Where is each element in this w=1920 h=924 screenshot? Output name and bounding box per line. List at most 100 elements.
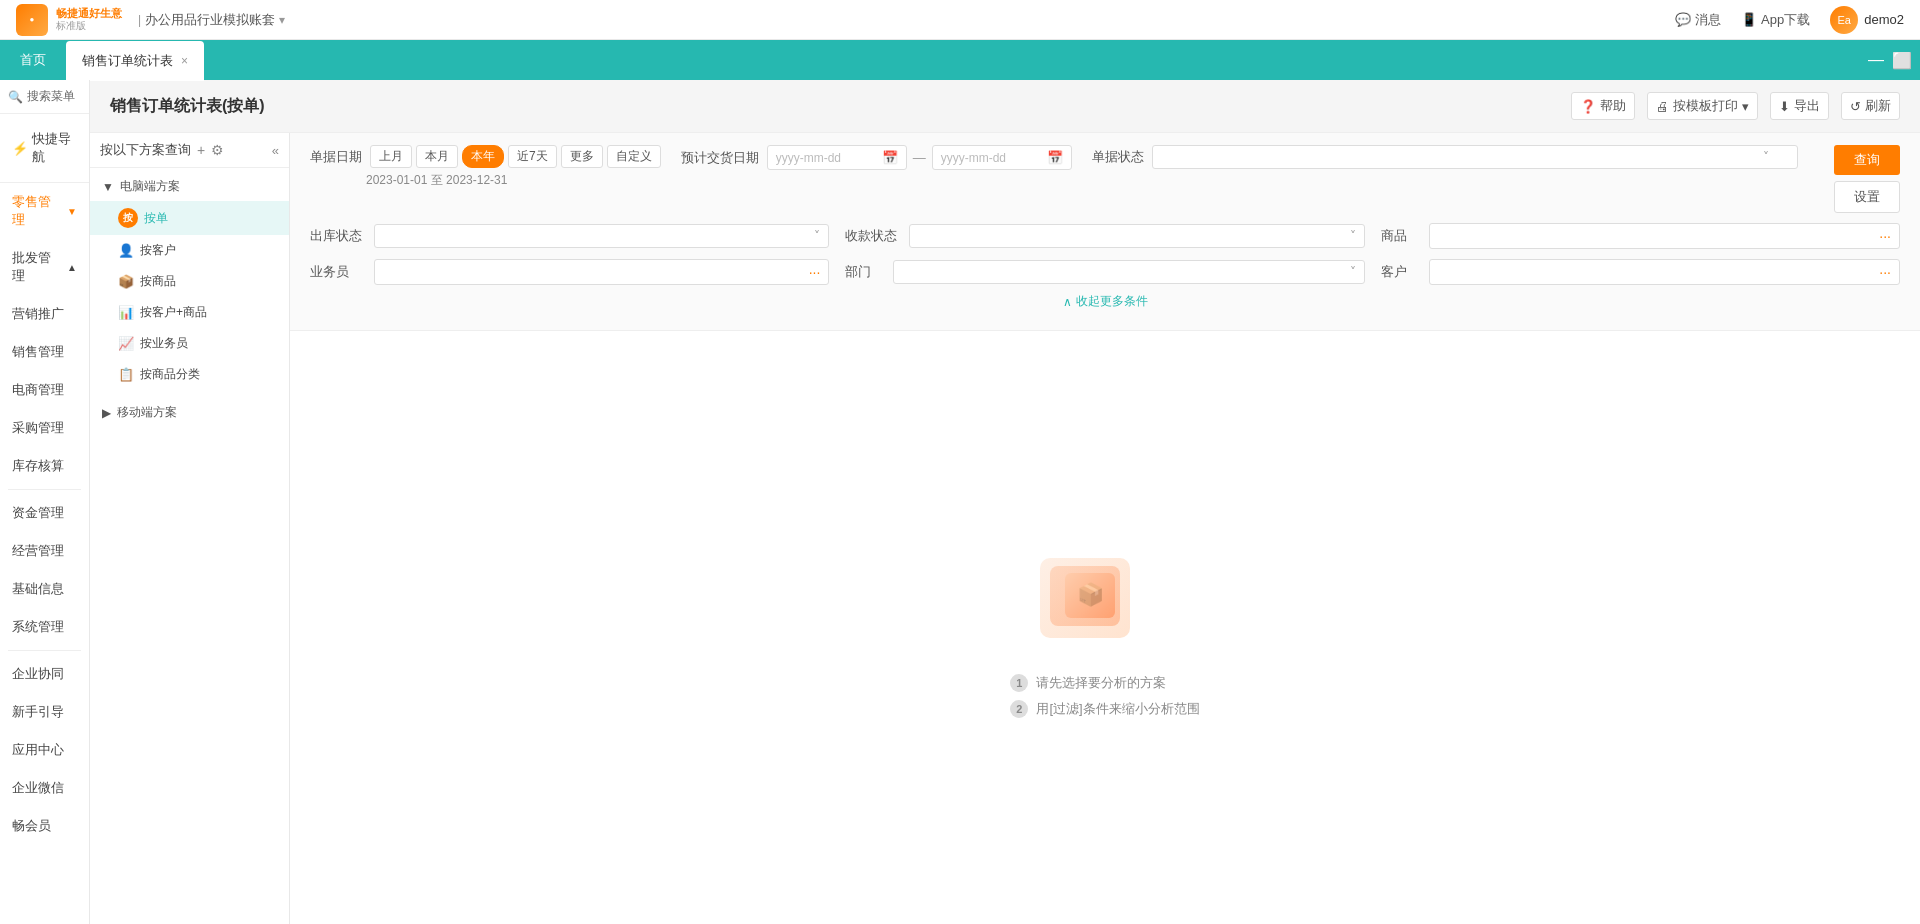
sidebar-item-sales[interactable]: 销售管理 bbox=[0, 333, 89, 371]
sidebar-divider bbox=[8, 489, 81, 490]
search-menu-btn[interactable]: 🔍 搜索菜单 bbox=[0, 80, 89, 114]
sidebar-item-quick-nav[interactable]: ⚡ 快捷导航 bbox=[0, 120, 89, 176]
collapse-icon: ∧ bbox=[1063, 295, 1072, 309]
sidebar-item-system[interactable]: 系统管理 bbox=[0, 608, 89, 646]
refresh-icon: ↺ bbox=[1850, 99, 1861, 114]
date-btn-custom[interactable]: 自定义 bbox=[607, 145, 661, 168]
scheme-item-by-customer-label: 按客户 bbox=[140, 242, 176, 259]
query-btn[interactable]: 查询 bbox=[1834, 145, 1900, 175]
customer-filter: 客户 ··· bbox=[1381, 259, 1900, 285]
status-select[interactable]: ˅ bbox=[1152, 145, 1798, 169]
breadcrumb-title[interactable]: 办公用品行业模拟账套 bbox=[145, 11, 275, 29]
staff-select[interactable]: ··· bbox=[374, 259, 829, 285]
scheme-item-by-customer-goods-label: 按客户+商品 bbox=[140, 304, 207, 321]
scheme-panel-header: 按以下方案查询 + ⚙ « bbox=[90, 133, 289, 168]
operations-label: 经营管理 bbox=[12, 542, 64, 560]
print-icon: 🖨 bbox=[1656, 99, 1669, 114]
print-arrow-icon: ▾ bbox=[1742, 99, 1749, 114]
date-shortcuts: 上月 本月 本年 近7天 更多 自定义 bbox=[370, 145, 661, 168]
customer-dots-icon[interactable]: ··· bbox=[1879, 264, 1891, 280]
refresh-btn[interactable]: ↺ 刷新 bbox=[1841, 92, 1900, 120]
payment-status-select[interactable]: ˅ bbox=[909, 224, 1364, 248]
split-layout: 按以下方案查询 + ⚙ « ▼ 电脑端方案 按 按单 bbox=[90, 133, 1920, 924]
sidebar-item-member[interactable]: 畅会员 bbox=[0, 807, 89, 845]
scheme-item-by-order[interactable]: 按 按单 bbox=[90, 201, 289, 235]
scheme-add-btn[interactable]: + bbox=[197, 142, 205, 158]
customer-select[interactable]: ··· bbox=[1429, 259, 1900, 285]
scheme-item-by-staff[interactable]: 📈 按业务员 bbox=[90, 328, 289, 359]
message-btn[interactable]: 💬 消息 bbox=[1675, 11, 1721, 29]
scheme-item-by-customer-goods[interactable]: 📊 按客户+商品 bbox=[90, 297, 289, 328]
sidebar-item-ecommerce[interactable]: 电商管理 bbox=[0, 371, 89, 409]
sidebar-item-operations[interactable]: 经营管理 bbox=[0, 532, 89, 570]
newuser-label: 新手引导 bbox=[12, 703, 64, 721]
date-btn-more[interactable]: 更多 bbox=[561, 145, 603, 168]
help-label: 帮助 bbox=[1600, 97, 1626, 115]
sidebar-item-wechat[interactable]: 企业微信 bbox=[0, 769, 89, 807]
hint-num-1: 1 bbox=[1010, 674, 1028, 692]
date-separator: — bbox=[913, 150, 926, 165]
ecommerce-label: 电商管理 bbox=[12, 381, 64, 399]
main-content: 单据日期 上月 本月 本年 近7天 更多 自定义 2023 bbox=[290, 133, 1920, 924]
staff-dots-icon[interactable]: ··· bbox=[809, 264, 821, 280]
sidebar-item-marketing[interactable]: 营销推广 bbox=[0, 295, 89, 333]
date-btn-last-month[interactable]: 上月 bbox=[370, 145, 412, 168]
pc-scheme-title[interactable]: ▼ 电脑端方案 bbox=[90, 172, 289, 201]
mobile-section-arrow-icon: ▶ bbox=[102, 406, 111, 420]
app-download-btn[interactable]: 📱 App下载 bbox=[1741, 11, 1810, 29]
scheme-settings-btn[interactable]: ⚙ bbox=[211, 142, 224, 158]
payment-status-label: 收款状态 bbox=[845, 227, 901, 245]
sidebar-item-inventory[interactable]: 库存核算 bbox=[0, 447, 89, 485]
scheme-collapse-btn[interactable]: « bbox=[272, 143, 279, 158]
scheme-item-by-category[interactable]: 📋 按商品分类 bbox=[90, 359, 289, 390]
empty-box-inner: 📦 bbox=[1065, 573, 1115, 618]
purchase-label: 采购管理 bbox=[12, 419, 64, 437]
date-btn-this-month[interactable]: 本月 bbox=[416, 145, 458, 168]
help-btn[interactable]: ❓ 帮助 bbox=[1571, 92, 1635, 120]
sidebar-item-basic[interactable]: 基础信息 bbox=[0, 570, 89, 608]
expected-date-group: 预计交货日期 yyyy-mm-dd 📅 — yyyy-mm-dd bbox=[681, 145, 1072, 170]
mobile-section-label: 移动端方案 bbox=[117, 404, 177, 421]
date-btn-this-year[interactable]: 本年 bbox=[462, 145, 504, 168]
by-customer-icon: 👤 bbox=[118, 243, 134, 258]
expected-start-date[interactable]: yyyy-mm-dd 📅 bbox=[767, 145, 907, 170]
dept-select[interactable]: ˅ bbox=[893, 260, 1364, 284]
mobile-scheme-title[interactable]: ▶ 移动端方案 bbox=[90, 398, 289, 427]
sidebar-item-wholesale[interactable]: 批发管理 ▲ bbox=[0, 239, 89, 295]
tab-maximize-icon[interactable]: ⬜ bbox=[1892, 51, 1912, 70]
collapse-bar[interactable]: ∧ 收起更多条件 bbox=[310, 285, 1900, 318]
sidebar-item-finance[interactable]: 资金管理 bbox=[0, 494, 89, 532]
date-btn-7days[interactable]: 近7天 bbox=[508, 145, 557, 168]
scheme-item-by-goods[interactable]: 📦 按商品 bbox=[90, 266, 289, 297]
tab-bar: 首页 销售订单统计表 × — ⬜ bbox=[0, 40, 1920, 80]
sidebar-item-enterprise[interactable]: 企业协同 bbox=[0, 655, 89, 693]
export-btn[interactable]: ⬇ 导出 bbox=[1770, 92, 1829, 120]
print-btn[interactable]: 🖨 按模板打印 ▾ bbox=[1647, 92, 1758, 120]
app-download-label: App下载 bbox=[1761, 11, 1810, 29]
tab-home[interactable]: 首页 bbox=[0, 40, 66, 80]
breadcrumb-arrow-icon[interactable]: ▾ bbox=[279, 13, 285, 27]
pc-section-label: 电脑端方案 bbox=[120, 178, 180, 195]
wholesale-arrow-icon: ▲ bbox=[67, 262, 77, 273]
sidebar-item-purchase[interactable]: 采购管理 bbox=[0, 409, 89, 447]
pc-section-arrow-icon: ▼ bbox=[102, 180, 114, 194]
hint-text-1: 请先选择要分析的方案 bbox=[1036, 674, 1166, 692]
tab-close-icon[interactable]: × bbox=[181, 54, 188, 68]
scheme-item-by-customer[interactable]: 👤 按客户 bbox=[90, 235, 289, 266]
sidebar-item-appcenter[interactable]: 应用中心 bbox=[0, 731, 89, 769]
inventory-label: 库存核算 bbox=[12, 457, 64, 475]
goods-dots-icon[interactable]: ··· bbox=[1879, 228, 1891, 244]
settings-btn[interactable]: 设置 bbox=[1834, 181, 1900, 213]
sidebar-item-newuser[interactable]: 新手引导 bbox=[0, 693, 89, 731]
tab-active[interactable]: 销售订单统计表 × bbox=[66, 41, 204, 81]
user-area[interactable]: Ea demo2 bbox=[1830, 6, 1904, 34]
expected-end-date[interactable]: yyyy-mm-dd 📅 bbox=[932, 145, 1072, 170]
tab-minimize-icon[interactable]: — bbox=[1868, 51, 1884, 69]
goods-select[interactable]: ··· bbox=[1429, 223, 1900, 249]
sidebar-item-retail[interactable]: 零售管理 ▼ bbox=[0, 183, 89, 239]
goods-filter: 商品 ··· bbox=[1381, 223, 1900, 249]
help-icon: ❓ bbox=[1580, 99, 1596, 114]
out-status-select[interactable]: ˅ bbox=[374, 224, 829, 248]
print-label: 按模板打印 bbox=[1673, 97, 1738, 115]
payment-status-arrow-icon: ˅ bbox=[1350, 229, 1356, 243]
